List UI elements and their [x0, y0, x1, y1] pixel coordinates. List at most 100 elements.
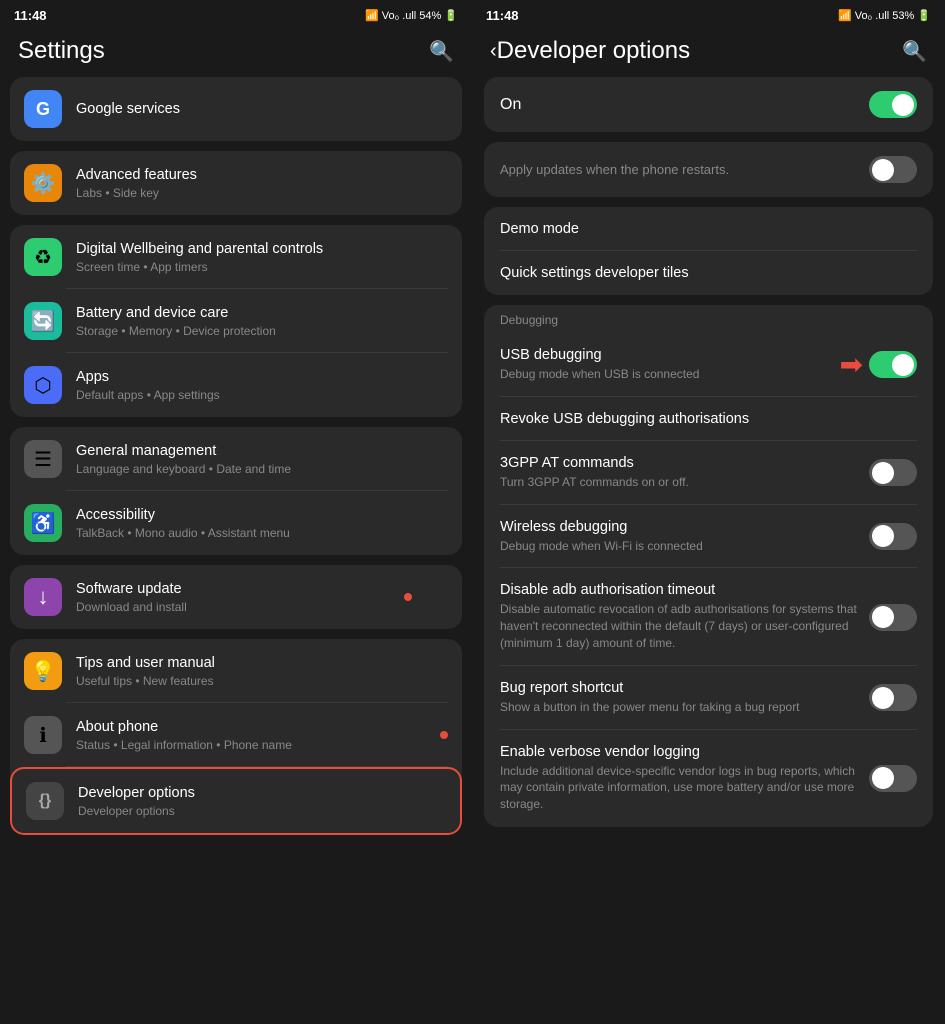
advanced-features-subtitle: Labs • Side key [76, 186, 448, 200]
wireless-debugging-toggle[interactable] [869, 523, 917, 550]
accessibility-subtitle: TalkBack • Mono audio • Assistant menu [76, 526, 448, 540]
battery-care-icon: 🔄 [24, 302, 62, 340]
on-toggle-section: On [484, 77, 933, 132]
software-update-text: Software update Download and install [76, 580, 448, 615]
tips-title: Tips and user manual [76, 654, 448, 673]
general-management-title: General management [76, 442, 448, 461]
usb-debugging-item[interactable]: USB debugging Debug mode when USB is con… [484, 333, 933, 397]
accessibility-icon: ♿ [24, 504, 62, 542]
google-services-item[interactable]: G Google services [10, 77, 462, 141]
3gpp-subtitle: Turn 3GPP AT commands on or off. [500, 474, 859, 491]
time-right: 11:48 [486, 8, 519, 23]
tips-text: Tips and user manual Useful tips • New f… [76, 654, 448, 689]
usb-debugging-subtitle: Debug mode when USB is connected [500, 366, 830, 383]
debugging-section: Debugging USB debugging Debug mode when … [484, 305, 933, 827]
usb-arrow: ➡ [840, 348, 863, 381]
wellbeing-group: ♻ Digital Wellbeing and parental control… [10, 225, 462, 417]
verbose-logging-item[interactable]: Enable verbose vendor logging Include ad… [484, 730, 933, 827]
general-management-text: General management Language and keyboard… [76, 442, 448, 477]
battery-icon-right: 🔋 [917, 9, 931, 22]
bug-report-knob [872, 687, 894, 709]
settings-title: Settings [18, 37, 105, 65]
disable-adb-item[interactable]: Disable adb authorisation timeout Disabl… [484, 568, 933, 665]
about-phone-subtitle: Status • Legal information • Phone name [76, 738, 432, 752]
advanced-features-text: Advanced features Labs • Side key [76, 166, 448, 201]
revoke-usb-item[interactable]: Revoke USB debugging authorisations [484, 397, 933, 441]
back-button[interactable]: ‹ [490, 40, 497, 63]
software-update-icon: ↓ [24, 578, 62, 616]
debugging-label: Debugging [484, 305, 933, 333]
apps-text: Apps Default apps • App settings [76, 368, 448, 403]
search-button-left[interactable]: 🔍 [429, 39, 454, 64]
on-toggle[interactable] [869, 91, 917, 118]
apps-item[interactable]: ⬡ Apps Default apps • App settings [10, 353, 462, 417]
digital-wellbeing-icon: ♻ [24, 238, 62, 276]
advanced-features-group: ⚙️ Advanced features Labs • Side key [10, 151, 462, 215]
settings-header: Settings 🔍 [0, 27, 472, 77]
battery-care-text: Battery and device care Storage • Memory… [76, 304, 448, 339]
developer-options-list: On Apply updates when the phone restarts… [472, 77, 945, 1024]
accessibility-item[interactable]: ♿ Accessibility TalkBack • Mono audio • … [10, 491, 462, 555]
misc-group: 💡 Tips and user manual Useful tips • New… [10, 639, 462, 835]
software-update-subtitle: Download and install [76, 600, 448, 614]
3gpp-toggle[interactable] [869, 459, 917, 486]
verbose-logging-title: Enable verbose vendor logging [500, 744, 859, 760]
status-bar-left: 11:48 📶 Vo₀ .ull 54% 🔋 [0, 0, 472, 27]
revoke-usb-text: Revoke USB debugging authorisations [500, 411, 917, 427]
signal-icons-right: 📶 Vo₀ .ull [838, 9, 889, 22]
demo-mode-item[interactable]: Demo mode [484, 207, 933, 251]
developer-options-text: Developer options Developer options [78, 784, 446, 819]
advanced-features-title: Advanced features [76, 166, 448, 185]
disable-adb-text: Disable adb authorisation timeout Disabl… [500, 582, 869, 651]
developer-options-subtitle: Developer options [78, 804, 446, 818]
apply-updates-knob [872, 159, 894, 181]
software-group: ↓ Software update Download and install [10, 565, 462, 629]
digital-wellbeing-item[interactable]: ♻ Digital Wellbeing and parental control… [10, 225, 462, 289]
search-button-right[interactable]: 🔍 [902, 39, 927, 64]
battery-care-item[interactable]: 🔄 Battery and device care Storage • Memo… [10, 289, 462, 353]
accessibility-title: Accessibility [76, 506, 448, 525]
quick-settings-item[interactable]: Quick settings developer tiles [484, 251, 933, 295]
usb-debugging-toggle[interactable] [869, 351, 917, 378]
software-update-item[interactable]: ↓ Software update Download and install [10, 565, 462, 629]
on-toggle-knob [892, 94, 914, 116]
battery-care-subtitle: Storage • Memory • Device protection [76, 324, 448, 338]
verbose-logging-toggle[interactable] [869, 765, 917, 792]
about-phone-item[interactable]: ℹ About phone Status • Legal information… [10, 703, 462, 767]
3gpp-item[interactable]: 3GPP AT commands Turn 3GPP AT commands o… [484, 441, 933, 505]
apply-updates-toggle[interactable] [869, 156, 917, 183]
wireless-debugging-item[interactable]: Wireless debugging Debug mode when Wi-Fi… [484, 505, 933, 569]
disable-adb-toggle[interactable] [869, 604, 917, 631]
about-phone-text: About phone Status • Legal information •… [76, 718, 432, 753]
time-left: 11:48 [14, 8, 47, 23]
tips-item[interactable]: 💡 Tips and user manual Useful tips • New… [10, 639, 462, 703]
apply-updates-item[interactable]: Apply updates when the phone restarts. [484, 142, 933, 197]
quick-settings-text: Quick settings developer tiles [500, 265, 917, 281]
right-panel: 11:48 📶 Vo₀ .ull 53% 🔋 ‹ Developer optio… [472, 0, 945, 1024]
bug-report-item[interactable]: Bug report shortcut Show a button in the… [484, 666, 933, 730]
status-bar-right: 11:48 📶 Vo₀ .ull 53% 🔋 [472, 0, 945, 27]
left-panel: 11:48 📶 Vo₀ .ull 54% 🔋 Settings 🔍 G Goog… [0, 0, 472, 1024]
disable-adb-subtitle: Disable automatic revocation of adb auth… [500, 601, 859, 651]
general-management-item[interactable]: ☰ General management Language and keyboa… [10, 427, 462, 491]
developer-options-item[interactable]: {} Developer options Developer options [10, 767, 462, 835]
dev-options-header: ‹ Developer options 🔍 [472, 27, 945, 77]
general-management-subtitle: Language and keyboard • Date and time [76, 462, 448, 476]
general-group: ☰ General management Language and keyboa… [10, 427, 462, 555]
apps-icon: ⬡ [24, 366, 62, 404]
battery-left: 📶 Vo₀ .ull 54% 🔋 [365, 9, 458, 22]
bug-report-toggle[interactable] [869, 684, 917, 711]
wireless-debugging-title: Wireless debugging [500, 519, 859, 535]
verbose-logging-knob [872, 767, 894, 789]
apps-title: Apps [76, 368, 448, 387]
usb-debugging-knob [892, 354, 914, 376]
signal-icons-left: 📶 Vo₀ .ull [365, 9, 416, 22]
developer-options-title: Developer options [78, 784, 446, 803]
battery-pct-right: 53% [892, 10, 914, 22]
wireless-debugging-subtitle: Debug mode when Wi-Fi is connected [500, 538, 859, 555]
advanced-features-item[interactable]: ⚙️ Advanced features Labs • Side key [10, 151, 462, 215]
wireless-debugging-knob [872, 525, 894, 547]
battery-pct-left: 54% [419, 10, 441, 22]
bug-report-title: Bug report shortcut [500, 680, 859, 696]
apply-updates-text: Apply updates when the phone restarts. [500, 162, 869, 177]
